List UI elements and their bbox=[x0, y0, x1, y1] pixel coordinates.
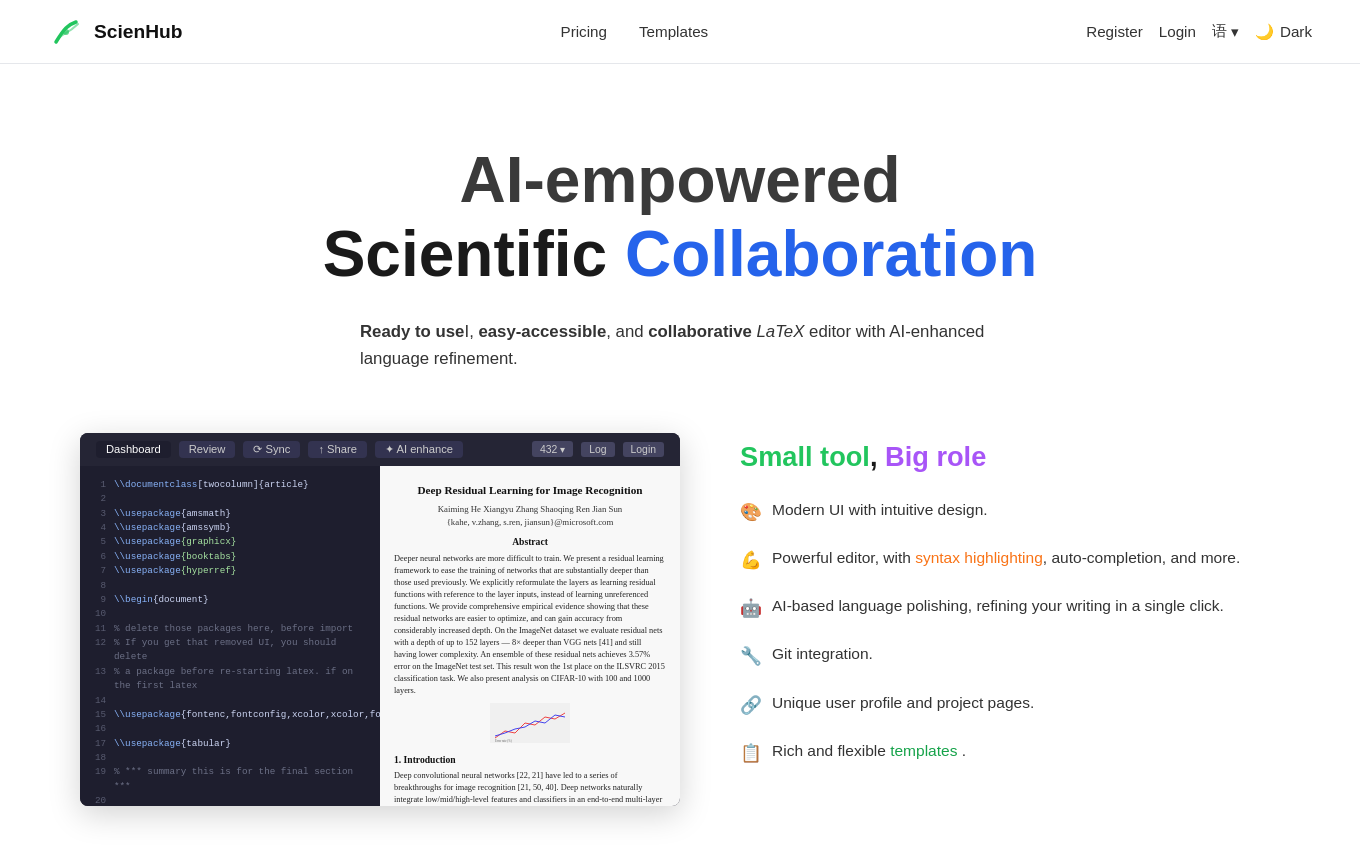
feature-text-git: Git integration. bbox=[772, 642, 873, 666]
tab-review[interactable]: Review bbox=[179, 441, 236, 458]
preview-authors: Kaiming He Xiangyu Zhang Shaoqing Ren Ji… bbox=[394, 503, 666, 529]
svg-rect-1 bbox=[490, 703, 570, 743]
hero-title: AI-empowered Scientific Collaboration bbox=[48, 144, 1312, 291]
feature-text-editor: Powerful editor, with syntax highlightin… bbox=[772, 546, 1240, 570]
logo-icon bbox=[48, 14, 84, 50]
app-screenshot: Dashboard Review ⟳ Sync ↑ Share ✦ AI enh… bbox=[80, 433, 680, 806]
nav-login-button[interactable]: Login bbox=[1159, 23, 1196, 40]
nav-right: Register Login 语 ▾ 🌙 Dark bbox=[1086, 21, 1312, 42]
subtitle-collaborative: collaborative bbox=[648, 322, 752, 341]
nav-pricing[interactable]: Pricing bbox=[561, 23, 607, 40]
feature-templates-after: . bbox=[957, 742, 966, 759]
feature-templates-before: Rich and flexible bbox=[772, 742, 890, 759]
features-panel: Small tool, Big role 🎨 Modern UI with in… bbox=[740, 433, 1280, 787]
nav-links: Pricing Templates bbox=[561, 23, 709, 41]
features-heading-small-tool: Small tool bbox=[740, 441, 870, 472]
tab-ai[interactable]: ✦ AI enhance bbox=[375, 441, 463, 458]
feature-emoji-notepad: 📋 bbox=[740, 740, 762, 767]
svg-point-0 bbox=[63, 29, 69, 35]
tab-dashboard[interactable]: Dashboard bbox=[96, 441, 171, 458]
moon-icon: 🌙 bbox=[1255, 23, 1274, 41]
topbar-tabs: Dashboard Review ⟳ Sync ↑ Share ✦ AI enh… bbox=[96, 441, 520, 458]
dark-label: Dark bbox=[1280, 23, 1312, 40]
preview-content: Deep Residual Learning for Image Recogni… bbox=[380, 466, 680, 806]
feature-item-ai: 🤖 AI-based language polishing, refining … bbox=[740, 594, 1280, 622]
hero-subtitle: Ready to useI, easy-accessible, and coll… bbox=[360, 319, 1000, 373]
code-editor-panel: 1\\documentclass[twocolumn]{article} 2 3… bbox=[80, 466, 380, 806]
subtitle-ready: Ready to use bbox=[360, 322, 464, 341]
editor-body: 1\\documentclass[twocolumn]{article} 2 3… bbox=[80, 466, 680, 806]
nav-dark-mode-toggle[interactable]: 🌙 Dark bbox=[1255, 23, 1312, 41]
hero-title-line2: Scientific Collaboration bbox=[48, 218, 1312, 292]
content-section: Dashboard Review ⟳ Sync ↑ Share ✦ AI enh… bbox=[0, 433, 1360, 859]
feature-emoji-link: 🔗 bbox=[740, 692, 762, 719]
feature-item-git: 🔧 Git integration. bbox=[740, 642, 1280, 670]
topbar-compile-btn[interactable]: 432 ▾ bbox=[532, 441, 573, 457]
preview-intro-title: 1. Introduction bbox=[394, 753, 666, 767]
feature-editor-after: , auto-completion, and more. bbox=[1043, 549, 1241, 566]
preview-abstract-text: Deeper neural networks are more difficul… bbox=[394, 553, 666, 698]
app-topbar: Dashboard Review ⟳ Sync ↑ Share ✦ AI enh… bbox=[80, 433, 680, 466]
feature-emoji-robot: 🤖 bbox=[740, 595, 762, 622]
feature-emoji-muscle: 💪 bbox=[740, 547, 762, 574]
hero-title-scientific: Scientific bbox=[323, 218, 625, 290]
nav-register-button[interactable]: Register bbox=[1086, 23, 1143, 40]
feature-item-profile: 🔗 Unique user profile and project pages. bbox=[740, 691, 1280, 719]
feature-text-ai: AI-based language polishing, refining yo… bbox=[772, 594, 1224, 618]
features-heading-big-role: Big role bbox=[877, 441, 986, 472]
preview-intro-text: Deep convolutional neural networks [22, … bbox=[394, 770, 666, 806]
preview-paper-title: Deep Residual Learning for Image Recogni… bbox=[394, 482, 666, 499]
topbar-login-btn[interactable]: Login bbox=[623, 442, 664, 457]
templates-link[interactable]: templates bbox=[890, 742, 957, 759]
svg-text:Error rate (%): Error rate (%) bbox=[495, 739, 512, 743]
feature-item-ui: 🎨 Modern UI with intuitive design. bbox=[740, 498, 1280, 526]
feature-item-editor: 💪 Powerful editor, with syntax highlight… bbox=[740, 546, 1280, 574]
subtitle-easy: easy-accessible bbox=[478, 322, 606, 341]
feature-text-profile: Unique user profile and project pages. bbox=[772, 691, 1034, 715]
hero-section: AI-empowered Scientific Collaboration Re… bbox=[0, 64, 1360, 433]
feature-text-ui: Modern UI with intuitive design. bbox=[772, 498, 988, 522]
tab-sync[interactable]: ⟳ Sync bbox=[243, 441, 300, 458]
topbar-right: 432 ▾ Log Login bbox=[532, 441, 664, 457]
feature-emoji-palette: 🎨 bbox=[740, 499, 762, 526]
logo[interactable]: ScienHub bbox=[48, 14, 183, 50]
nav-templates[interactable]: Templates bbox=[639, 23, 708, 40]
preview-abstract-label: Abstract bbox=[394, 535, 666, 549]
pdf-preview-panel: Deep Residual Learning for Image Recogni… bbox=[380, 466, 680, 806]
tab-share[interactable]: ↑ Share bbox=[308, 441, 367, 458]
features-heading: Small tool, Big role bbox=[740, 441, 1280, 474]
feature-emoji-wrench: 🔧 bbox=[740, 643, 762, 670]
lang-icon: 语 bbox=[1212, 21, 1227, 42]
feature-text-templates: Rich and flexible templates . bbox=[772, 739, 966, 763]
logo-text: ScienHub bbox=[94, 21, 183, 43]
hero-title-line1: AI-empowered bbox=[48, 144, 1312, 218]
feature-item-templates: 📋 Rich and flexible templates . bbox=[740, 739, 1280, 767]
syntax-highlighting-link[interactable]: syntax highlighting bbox=[915, 549, 1043, 566]
navbar: ScienHub Pricing Templates Register Logi… bbox=[0, 0, 1360, 64]
hero-title-collaboration: Collaboration bbox=[625, 218, 1037, 290]
feature-editor-before: Powerful editor, with bbox=[772, 549, 915, 566]
nav-language-selector[interactable]: 语 ▾ bbox=[1212, 21, 1239, 42]
chevron-down-icon: ▾ bbox=[1231, 23, 1239, 41]
subtitle-latex: LaTeX bbox=[752, 322, 805, 341]
preview-figure: Error rate (%) bbox=[394, 703, 666, 747]
topbar-log-btn[interactable]: Log bbox=[581, 442, 614, 457]
